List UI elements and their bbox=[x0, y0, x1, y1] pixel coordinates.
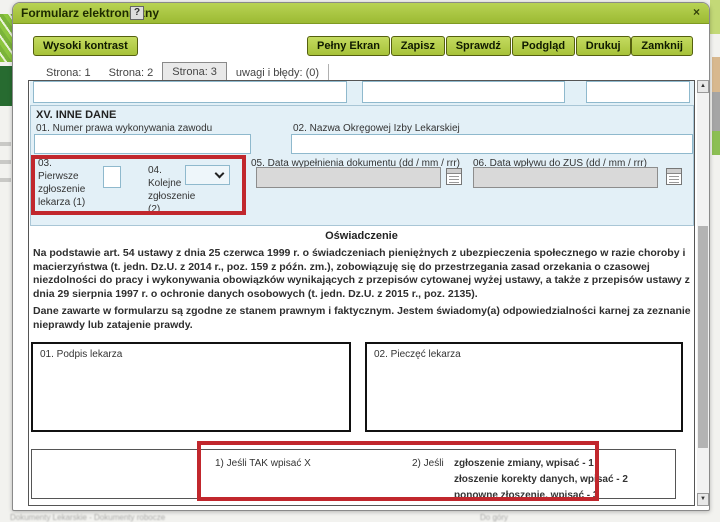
background-fragment bbox=[712, 131, 720, 155]
close-button[interactable]: Zamknij bbox=[631, 36, 693, 56]
scrollbar[interactable]: ▲ ▼ bbox=[697, 80, 709, 506]
declaration-paragraph-2: Dane zawarte w formularzu są zgodne ze s… bbox=[33, 305, 692, 332]
previous-section-partial bbox=[30, 81, 694, 105]
scroll-up-icon[interactable]: ▲ bbox=[697, 80, 709, 93]
background-text-fragment bbox=[0, 142, 11, 146]
stamp-box: 02. Pieczęć lekarza bbox=[365, 342, 683, 432]
calendar-icon[interactable] bbox=[666, 168, 682, 185]
background-fragment bbox=[710, 0, 720, 34]
background-text-fragment bbox=[0, 160, 11, 164]
background-breadcrumb: Dokumenty Lekarskie - Dokumenty robocze bbox=[10, 513, 165, 522]
toolbar: Pełny Ekran Zapisz Sprawdź Podgląd Druku… bbox=[307, 36, 693, 56]
section-xv-inne-dane: XV. INNE DANE 01. Numer prawa wykonywani… bbox=[30, 105, 694, 226]
form-content: XV. INNE DANE 01. Numer prawa wykonywani… bbox=[28, 80, 695, 506]
field01-label: 01. Numer prawa wykonywania zawodu bbox=[36, 123, 212, 134]
tab-strona-2[interactable]: Strona: 2 bbox=[100, 64, 163, 81]
signature-box: 01. Podpis lekarza bbox=[31, 342, 351, 432]
field05-date-input[interactable] bbox=[256, 167, 441, 188]
close-icon[interactable]: × bbox=[693, 5, 700, 19]
preview-button[interactable]: Podgląd bbox=[512, 36, 575, 56]
declaration-title: Oświadczenie bbox=[29, 230, 694, 242]
stamp-box-label: 02. Pieczęć lekarza bbox=[374, 349, 461, 360]
background-fragment bbox=[712, 92, 720, 132]
tab-strona-1[interactable]: Strona: 1 bbox=[37, 64, 100, 81]
print-button[interactable]: Drukuj bbox=[576, 36, 631, 56]
tab-strona-3[interactable]: Strona: 3 bbox=[162, 62, 227, 81]
background-link: Do góry bbox=[480, 513, 508, 522]
validate-button[interactable]: Sprawdź bbox=[446, 36, 511, 56]
partial-input-2[interactable] bbox=[362, 81, 565, 103]
dialog-titlebar: Formularz elektroniczny ? × bbox=[13, 3, 709, 24]
section-title: XV. INNE DANE bbox=[36, 109, 116, 121]
field02-input[interactable] bbox=[291, 134, 693, 154]
highlight-box-footnotes bbox=[197, 441, 599, 501]
background-fragment bbox=[712, 57, 720, 92]
field02-label: 02. Nazwa Okręgowej Izby Lekarskiej bbox=[293, 123, 460, 134]
partial-input-1[interactable] bbox=[33, 81, 347, 103]
field01-input[interactable] bbox=[34, 134, 251, 154]
background-text-fragment bbox=[0, 178, 11, 182]
partial-input-3[interactable] bbox=[586, 81, 690, 103]
scrollbar-thumb[interactable] bbox=[698, 226, 708, 448]
save-button[interactable]: Zapisz bbox=[391, 36, 445, 56]
signature-box-label: 01. Podpis lekarza bbox=[40, 349, 122, 360]
fullscreen-button[interactable]: Pełny Ekran bbox=[307, 36, 390, 56]
highlight-box-fields-03-04 bbox=[31, 155, 246, 215]
help-icon[interactable]: ? bbox=[130, 6, 144, 20]
tab-uwagi-bledy[interactable]: uwagi i błędy: (0) bbox=[227, 64, 329, 81]
tab-bar: Strona: 1 Strona: 2 Strona: 3 uwagi i bł… bbox=[37, 62, 329, 81]
field06-date-input[interactable] bbox=[473, 167, 658, 188]
high-contrast-button[interactable]: Wysoki kontrast bbox=[33, 36, 138, 56]
form-dialog: Formularz elektroniczny ? × Wysoki kontr… bbox=[12, 2, 710, 511]
declaration-paragraph-1: Na podstawie art. 54 ustawy z dnia 25 cz… bbox=[33, 247, 692, 301]
background-nav-fragment bbox=[0, 66, 12, 106]
calendar-icon[interactable] bbox=[446, 168, 462, 185]
scroll-down-icon[interactable]: ▼ bbox=[697, 493, 709, 506]
